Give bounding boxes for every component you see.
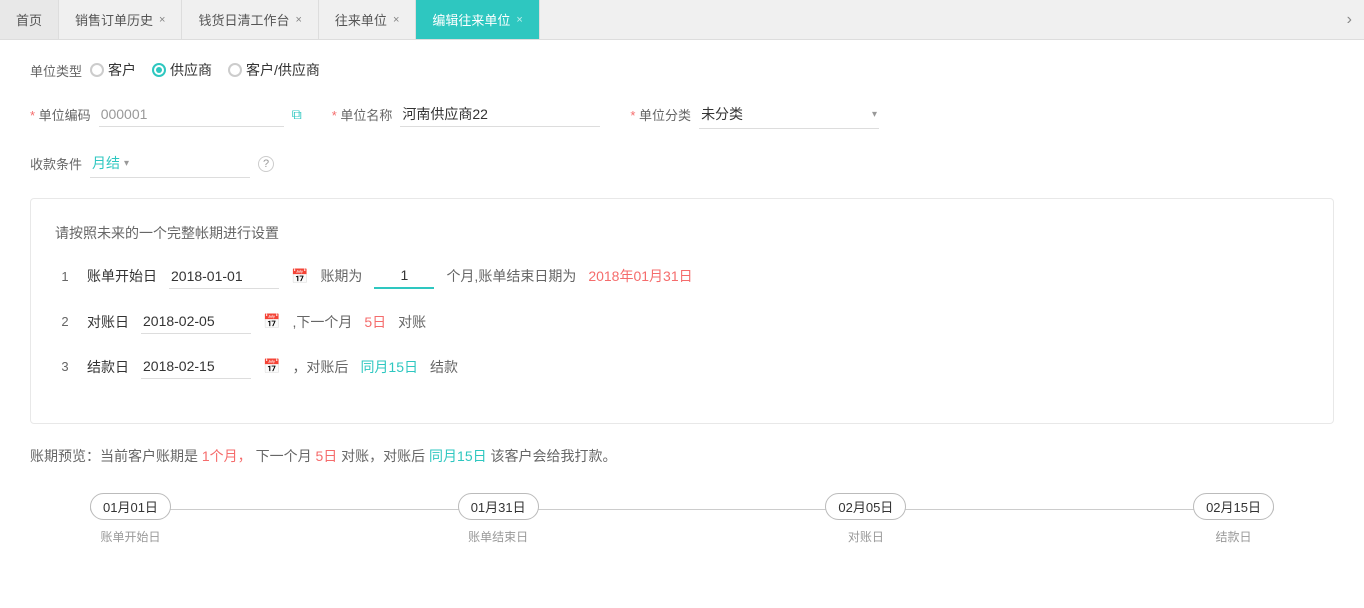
preview-teal1: 同月15日 xyxy=(429,448,487,464)
period-date-1[interactable] xyxy=(169,264,279,289)
payment-terms-label: 收款条件 xyxy=(30,154,82,173)
timeline-node-1: 01月01日 账单开始日 xyxy=(90,493,171,545)
period-label-3: 结款日 xyxy=(87,357,129,377)
tab-expand-button[interactable]: › xyxy=(1335,0,1364,39)
tab-home-label: 首页 xyxy=(16,10,42,29)
radio-both-circle xyxy=(228,63,242,77)
payment-terms-row: 收款条件 月结 ▾ ? xyxy=(30,149,1334,178)
unit-type-radio-group: 客户 供应商 客户/供应商 xyxy=(90,60,320,80)
preview-text1: 下一个月 xyxy=(256,448,312,464)
radio-both-label: 客户/供应商 xyxy=(246,60,320,80)
unit-name-label: 单位名称 xyxy=(332,105,393,124)
classify-chevron-icon: ▾ xyxy=(872,109,877,120)
payment-terms-chevron-icon: ▾ xyxy=(124,158,129,169)
period-label-1: 账单开始日 xyxy=(87,266,157,286)
preview-prefix: 账期预览：当前客户账期是 xyxy=(30,448,198,464)
timeline-label-3: 对账日 xyxy=(848,528,884,545)
preview-suffix: 该客户会给我打款。 xyxy=(491,448,617,464)
tab-bar: 首页 销售订单历史 × 钱货日清工作台 × 往来单位 × 编辑往来单位 × › xyxy=(0,0,1364,40)
preview-section: 账期预览：当前客户账期是 1个月， 下一个月 5日 对账，对账后 同月15日 该… xyxy=(30,444,1334,469)
tab-sales-order-close[interactable]: × xyxy=(159,14,165,26)
preview-text2: 对账，对账后 xyxy=(341,448,425,464)
main-content: 单位类型 客户 供应商 客户/供应商 单位编码 ⧉ xyxy=(0,40,1364,608)
radio-supplier-circle xyxy=(152,63,166,77)
period-settings-title: 请按照未来的一个完整帐期进行设置 xyxy=(55,223,1309,243)
period-row2-suffix: 对账 xyxy=(398,312,426,332)
period-num-2: 2 xyxy=(55,314,75,329)
timeline-wrapper: 01月01日 账单开始日 01月31日 账单结束日 02月05日 对账日 02月… xyxy=(30,493,1334,545)
period-date-2[interactable] xyxy=(141,309,251,334)
tab-edit-partner[interactable]: 编辑往来单位 × xyxy=(416,0,539,39)
period-settings-box: 请按照未来的一个完整帐期进行设置 1 账单开始日 📅 账期为 个月,账单结束日期… xyxy=(30,198,1334,424)
calendar-icon-3[interactable]: 📅 xyxy=(263,358,280,375)
timeline-node-4: 02月15日 结款日 xyxy=(1193,493,1274,545)
period-row-3: 3 结款日 📅 ，对账后 同月15日 结款 xyxy=(55,354,1309,379)
period-for-label: 账期为 xyxy=(320,266,362,286)
timeline-nodes: 01月01日 账单开始日 01月31日 账单结束日 02月05日 对账日 02月… xyxy=(90,493,1274,545)
timeline-label-1: 账单开始日 xyxy=(100,528,160,545)
copy-icon[interactable]: ⧉ xyxy=(292,106,302,123)
unit-code-label: 单位编码 xyxy=(30,105,91,124)
payment-terms-value: 月结 xyxy=(92,153,120,173)
radio-customer[interactable]: 客户 xyxy=(90,60,136,80)
period-row2-highlight: 5日 xyxy=(364,312,386,332)
period-date-3[interactable] xyxy=(141,354,251,379)
unit-name-field: 单位名称 xyxy=(332,102,601,127)
unit-type-field: 单位类型 客户 供应商 客户/供应商 xyxy=(30,60,320,80)
timeline-badge-3: 02月05日 xyxy=(825,493,906,520)
timeline-node-3: 02月05日 对账日 xyxy=(825,493,906,545)
unit-classify-label: 单位分类 xyxy=(630,105,691,124)
period-row-1: 1 账单开始日 📅 账期为 个月,账单结束日期为 2018年01月31日 xyxy=(55,263,1309,289)
timeline-label-4: 结款日 xyxy=(1216,528,1252,545)
tab-partner-label: 往来单位 xyxy=(335,10,387,29)
radio-supplier[interactable]: 供应商 xyxy=(152,60,212,80)
timeline-badge-1: 01月01日 xyxy=(90,493,171,520)
unit-name-input[interactable] xyxy=(400,102,600,127)
unit-classify-field: 单位分类 未分类 ▾ xyxy=(630,100,879,129)
period-row3-suffix: 结款 xyxy=(430,357,458,377)
timeline-node-2: 01月31日 账单结束日 xyxy=(458,493,539,545)
period-num-3: 3 xyxy=(55,359,75,374)
help-icon[interactable]: ? xyxy=(258,156,274,172)
timeline-badge-4: 02月15日 xyxy=(1193,493,1274,520)
tab-sales-order[interactable]: 销售订单历史 × xyxy=(59,0,182,39)
radio-customer-circle xyxy=(90,63,104,77)
timeline-label-2: 账单结束日 xyxy=(468,528,528,545)
unit-classify-select[interactable]: 未分类 ▾ xyxy=(699,100,879,129)
period-row3-prefix: ，对账后 xyxy=(292,357,348,377)
radio-supplier-label: 供应商 xyxy=(170,60,212,80)
tab-edit-partner-close[interactable]: × xyxy=(516,14,522,26)
radio-customer-label: 客户 xyxy=(108,60,136,80)
unit-code-field: 单位编码 ⧉ xyxy=(30,102,302,127)
period-row-2: 2 对账日 📅 ,下一个月 5日 对账 xyxy=(55,309,1309,334)
unit-code-input[interactable] xyxy=(99,102,284,127)
period-row2-prefix: ,下一个月 xyxy=(292,312,352,332)
period-row3-highlight: 同月15日 xyxy=(360,357,418,377)
calendar-icon-1[interactable]: 📅 xyxy=(291,268,308,285)
period-num-1: 1 xyxy=(55,269,75,284)
tab-cash-work[interactable]: 钱货日清工作台 × xyxy=(182,0,318,39)
calendar-icon-2[interactable]: 📅 xyxy=(263,313,280,330)
tab-sales-order-label: 销售订单历史 xyxy=(75,10,153,29)
unit-info-row: 单位编码 ⧉ 单位名称 单位分类 未分类 ▾ xyxy=(30,100,1334,129)
payment-terms-field: 收款条件 月结 ▾ ? xyxy=(30,149,274,178)
tab-partner[interactable]: 往来单位 × xyxy=(319,0,416,39)
unit-classify-value: 未分类 xyxy=(701,104,868,124)
tab-cash-work-label: 钱货日清工作台 xyxy=(198,10,289,29)
unit-type-row: 单位类型 客户 供应商 客户/供应商 xyxy=(30,60,1334,80)
period-label-2: 对账日 xyxy=(87,312,129,332)
tab-cash-work-close[interactable]: × xyxy=(295,14,301,26)
tab-partner-close[interactable]: × xyxy=(393,14,399,26)
tab-edit-partner-label: 编辑往来单位 xyxy=(432,10,510,29)
unit-type-label: 单位类型 xyxy=(30,61,82,80)
preview-red2: 5日 xyxy=(315,448,337,464)
radio-both[interactable]: 客户/供应商 xyxy=(228,60,320,80)
preview-red1: 1个月， xyxy=(202,448,252,464)
period-end-date: 2018年01月31日 xyxy=(588,266,692,286)
tab-home[interactable]: 首页 xyxy=(0,0,59,39)
timeline-badge-2: 01月31日 xyxy=(458,493,539,520)
period-unit-text: 个月,账单结束日期为 xyxy=(446,266,576,286)
payment-terms-select[interactable]: 月结 ▾ xyxy=(90,149,250,178)
period-months-input[interactable] xyxy=(374,263,434,289)
